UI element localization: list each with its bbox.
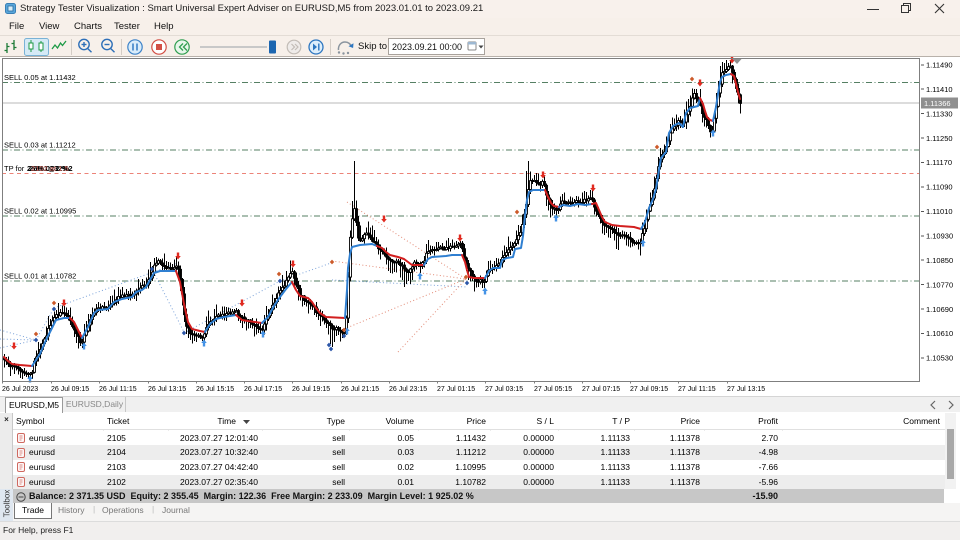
svg-text:27 Jul 09:15: 27 Jul 09:15: [630, 386, 668, 393]
svg-text:1.10850: 1.10850: [926, 256, 953, 265]
svg-text:27 Jul 05:15: 27 Jul 05:15: [534, 386, 572, 393]
svg-text:27 Jul 13:15: 27 Jul 13:15: [727, 386, 765, 393]
svg-text:2102 at 1.5: 2102 at 1.5: [31, 164, 69, 173]
svg-text:26 Jul 17:15: 26 Jul 17:15: [244, 386, 282, 393]
svg-text:26 Jul 19:15: 26 Jul 19:15: [292, 386, 330, 393]
svg-text:26 Jul 15:15: 26 Jul 15:15: [196, 386, 234, 393]
svg-text:SELL 0.02 at 1.10995: SELL 0.02 at 1.10995: [4, 207, 76, 216]
svg-text:SELL 0.03 at 1.11212: SELL 0.03 at 1.11212: [4, 141, 76, 150]
svg-text:26 Jul 11:15: 26 Jul 11:15: [99, 386, 137, 393]
svg-text:SELL 0.05 at 1.11432: SELL 0.05 at 1.11432: [4, 73, 76, 82]
svg-text:27 Jul 11:15: 27 Jul 11:15: [678, 386, 716, 393]
svg-text:SELL 0.01 at 1.10782: SELL 0.01 at 1.10782: [4, 272, 76, 281]
svg-text:1.11366: 1.11366: [924, 99, 951, 108]
svg-text:27 Jul 03:15: 27 Jul 03:15: [485, 386, 523, 393]
svg-text:1.11010: 1.11010: [926, 207, 953, 216]
svg-text:1.10690: 1.10690: [926, 305, 953, 314]
svg-text:1.10610: 1.10610: [926, 329, 953, 338]
svg-text:26 Jul 21:15: 26 Jul 21:15: [341, 386, 379, 393]
svg-text:1.11170: 1.11170: [926, 158, 952, 167]
svg-text:1.10770: 1.10770: [926, 280, 953, 289]
svg-text:1.11330: 1.11330: [926, 109, 953, 118]
svg-text:1.10530: 1.10530: [926, 354, 953, 363]
svg-text:26 Jul 09:15: 26 Jul 09:15: [51, 386, 89, 393]
svg-text:26 Jul 13:15: 26 Jul 13:15: [148, 386, 186, 393]
svg-text:27 Jul 01:15: 27 Jul 01:15: [437, 386, 475, 393]
svg-text:26 Jul 2023: 26 Jul 2023: [2, 386, 38, 393]
svg-text:TP for: TP for: [4, 164, 25, 173]
svg-text:1.11490: 1.11490: [926, 61, 953, 70]
svg-text:26 Jul 23:15: 26 Jul 23:15: [389, 386, 427, 393]
svg-text:1.11410: 1.11410: [926, 85, 953, 94]
svg-text:1.11090: 1.11090: [926, 183, 953, 192]
svg-text:1.11250: 1.11250: [926, 134, 953, 143]
svg-text:1.10930: 1.10930: [926, 232, 953, 241]
svg-text:27 Jul 07:15: 27 Jul 07:15: [582, 386, 620, 393]
